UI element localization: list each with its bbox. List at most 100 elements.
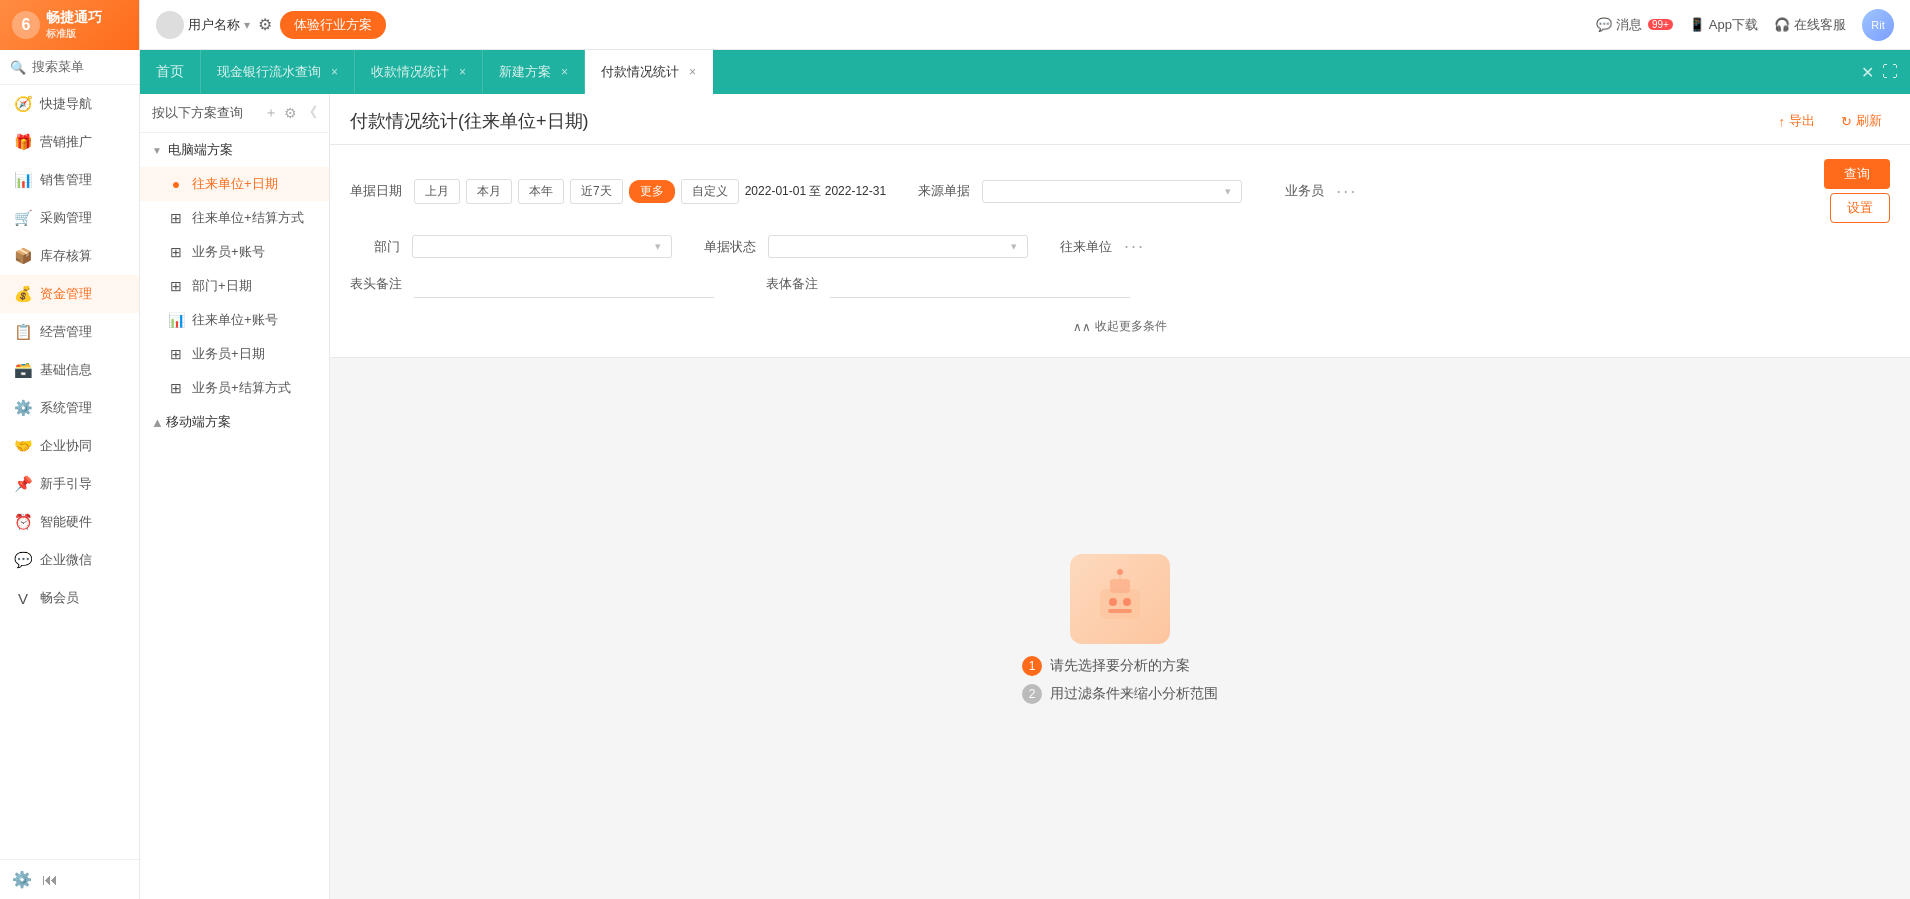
panel-add-icon[interactable]: ＋ (264, 104, 278, 122)
sidebar-label-quick-nav: 快捷导航 (40, 95, 92, 113)
scheme-item-staff-settle[interactable]: ⊞ 业务员+结算方式 (140, 371, 329, 405)
header-notes-input[interactable] (414, 270, 714, 298)
tab-payment-stats-label: 付款情况统计 (601, 63, 679, 81)
sidebar-item-hardware[interactable]: ⏰ 智能硬件 (0, 503, 139, 541)
sidebar-item-basic-info[interactable]: 🗃️ 基础信息 (0, 351, 139, 389)
svg-point-6 (1117, 569, 1123, 575)
tab-new-plan-close[interactable]: × (561, 65, 568, 79)
source-select[interactable]: ▾ (982, 180, 1242, 203)
settings-button[interactable]: 设置 (1830, 193, 1890, 223)
body-notes-input[interactable] (830, 270, 1130, 298)
service-icon: 🎧 (1774, 17, 1790, 32)
online-service-item[interactable]: 🎧 在线客服 (1774, 16, 1846, 34)
sidebar-item-inventory[interactable]: 📦 库存核算 (0, 237, 139, 275)
date-more[interactable]: 更多 (629, 180, 675, 203)
desktop-group-title[interactable]: ▼ 电脑端方案 (140, 133, 329, 167)
sidebar-item-wechat[interactable]: 💬 企业微信 (0, 541, 139, 579)
hardware-icon: ⏰ (14, 513, 32, 531)
online-service-label: 在线客服 (1794, 16, 1846, 34)
sidebar-item-vip[interactable]: V 畅会员 (0, 579, 139, 617)
refresh-icon: ↻ (1841, 114, 1852, 129)
export-button[interactable]: ↑ 导出 (1771, 108, 1824, 134)
page-header: 付款情况统计(往来单位+日期) ↑ 导出 ↻ 刷新 (330, 94, 1910, 145)
scheme-item-unit-settle[interactable]: ⊞ 往来单位+结算方式 (140, 201, 329, 235)
tab-home-label: 首页 (156, 63, 184, 81)
sidebar-item-operations[interactable]: 📋 经营管理 (0, 313, 139, 351)
search-icon: 🔍 (10, 60, 26, 75)
robot-illustration (1080, 559, 1160, 639)
desktop-group-arrow: ▼ (152, 145, 162, 156)
dept-select[interactable]: ▾ (412, 235, 672, 258)
panel-settings-icon[interactable]: ⚙ (284, 105, 297, 121)
date-last-month[interactable]: 上月 (414, 179, 460, 204)
scheme-item-staff-account[interactable]: ⊞ 业务员+账号 (140, 235, 329, 269)
scheme-item-staff-date[interactable]: ⊞ 业务员+日期 (140, 337, 329, 371)
hint-num-1: 1 (1022, 656, 1042, 676)
source-dropdown-icon: ▾ (1225, 185, 1231, 198)
sidebar-label-guide: 新手引导 (40, 475, 92, 493)
tab-expand-icon[interactable]: ⛶ (1882, 63, 1898, 81)
user-avatar-final[interactable]: Rit (1862, 9, 1894, 41)
tab-bank-flow-close[interactable]: × (331, 65, 338, 79)
sidebar-item-purchase[interactable]: 🛒 采购管理 (0, 199, 139, 237)
sidebar-item-sales[interactable]: 📊 销售管理 (0, 161, 139, 199)
filter-row-1: 单据日期 上月 本月 本年 近7天 更多 自定义 2022-01-01 至 20… (350, 159, 1890, 223)
main-area: 用户名称 ▾ ⚙ 体验行业方案 💬 消息 99+ 📱 App下载 🎧 在线客服 … (140, 0, 1910, 899)
scheme-icon-staff-date: ⊞ (168, 346, 184, 362)
tab-bank-flow-label: 现金银行流水查询 (217, 63, 321, 81)
voucher-status-select[interactable]: ▾ (768, 235, 1028, 258)
refresh-button[interactable]: ↻ 刷新 (1833, 108, 1890, 134)
scheme-item-dept-date[interactable]: ⊞ 部门+日期 (140, 269, 329, 303)
tab-receipt-stats[interactable]: 收款情况统计 × (355, 50, 483, 94)
header-notes-label: 表头备注 (350, 275, 402, 293)
voucher-status-dropdown-icon: ▾ (1011, 240, 1017, 253)
topbar-gear-icon[interactable]: ⚙ (258, 15, 272, 34)
tab-actions: ✕ ⛶ (1849, 50, 1910, 94)
hint-item-2: 2 用过滤条件来缩小分析范围 (1022, 684, 1218, 704)
scheme-item-unit-account[interactable]: 📊 往来单位+账号 (140, 303, 329, 337)
tab-payment-stats-close[interactable]: × (689, 65, 696, 79)
desktop-scheme-group: ▼ 电脑端方案 ● 往来单位+日期 ⊞ 往来单位+结算方式 ⊞ 业务员+账号 ⊞ (140, 133, 329, 405)
scheme-label-unit-date: 往来单位+日期 (192, 175, 278, 193)
tab-receipt-stats-close[interactable]: × (459, 65, 466, 79)
notifications-badge: 99+ (1648, 19, 1673, 30)
dept-dropdown-icon: ▾ (655, 240, 661, 253)
topbar-right: 💬 消息 99+ 📱 App下载 🎧 在线客服 Rit (1596, 9, 1894, 41)
sidebar-item-marketing[interactable]: 🎁 营销推广 (0, 123, 139, 161)
trial-button[interactable]: 体验行业方案 (280, 11, 386, 39)
guide-icon: 📌 (14, 475, 32, 493)
tab-payment-stats[interactable]: 付款情况统计 × (585, 50, 713, 94)
tab-new-plan[interactable]: 新建方案 × (483, 50, 585, 94)
panel-collapse-icon[interactable]: 《 (303, 104, 317, 122)
notifications-item[interactable]: 💬 消息 99+ (1596, 16, 1673, 34)
date-custom[interactable]: 自定义 (681, 179, 739, 204)
tab-close-window-icon[interactable]: ✕ (1861, 63, 1874, 82)
mobile-group-title[interactable]: ▶ 移动端方案 (140, 405, 329, 439)
sidebar-item-guide[interactable]: 📌 新手引导 (0, 465, 139, 503)
filter-area: 单据日期 上月 本月 本年 近7天 更多 自定义 2022-01-01 至 20… (330, 145, 1910, 358)
sidebar-gear-button[interactable]: ⚙️ (12, 870, 32, 889)
sidebar-collapse-button[interactable]: ⏮ (42, 871, 58, 889)
page-actions: ↑ 导出 ↻ 刷新 (1771, 108, 1891, 134)
app-download-item[interactable]: 📱 App下载 (1689, 16, 1758, 34)
query-button[interactable]: 查询 (1824, 159, 1890, 189)
user-name: 用户名称 (188, 16, 240, 34)
sidebar-item-quick-nav[interactable]: 🧭 快捷导航 (0, 85, 139, 123)
collapse-more-btn[interactable]: ∧∧ 收起更多条件 (350, 310, 1890, 343)
date-last-7-days[interactable]: 近7天 (570, 179, 623, 204)
sidebar-item-finance[interactable]: 💰 资金管理 (0, 275, 139, 313)
date-this-month[interactable]: 本月 (466, 179, 512, 204)
sidebar-item-system[interactable]: ⚙️ 系统管理 (0, 389, 139, 427)
tab-home[interactable]: 首页 (140, 50, 201, 94)
user-dropdown-icon[interactable]: ▾ (244, 18, 250, 32)
scheme-icon-unit-date: ● (168, 176, 184, 192)
partner-filter-dots[interactable]: ··· (1124, 236, 1145, 257)
salesman-filter-dots[interactable]: ··· (1336, 181, 1357, 202)
sidebar-item-enterprise[interactable]: 🤝 企业协同 (0, 427, 139, 465)
date-this-year[interactable]: 本年 (518, 179, 564, 204)
scheme-item-unit-date[interactable]: ● 往来单位+日期 (140, 167, 329, 201)
sidebar-search[interactable]: 🔍 搜索菜单 (0, 50, 139, 85)
mobile-icon: 📱 (1689, 17, 1705, 32)
tab-bank-flow[interactable]: 现金银行流水查询 × (201, 50, 355, 94)
empty-hints: 1 请先选择要分析的方案 2 用过滤条件来缩小分析范围 (1022, 656, 1218, 704)
